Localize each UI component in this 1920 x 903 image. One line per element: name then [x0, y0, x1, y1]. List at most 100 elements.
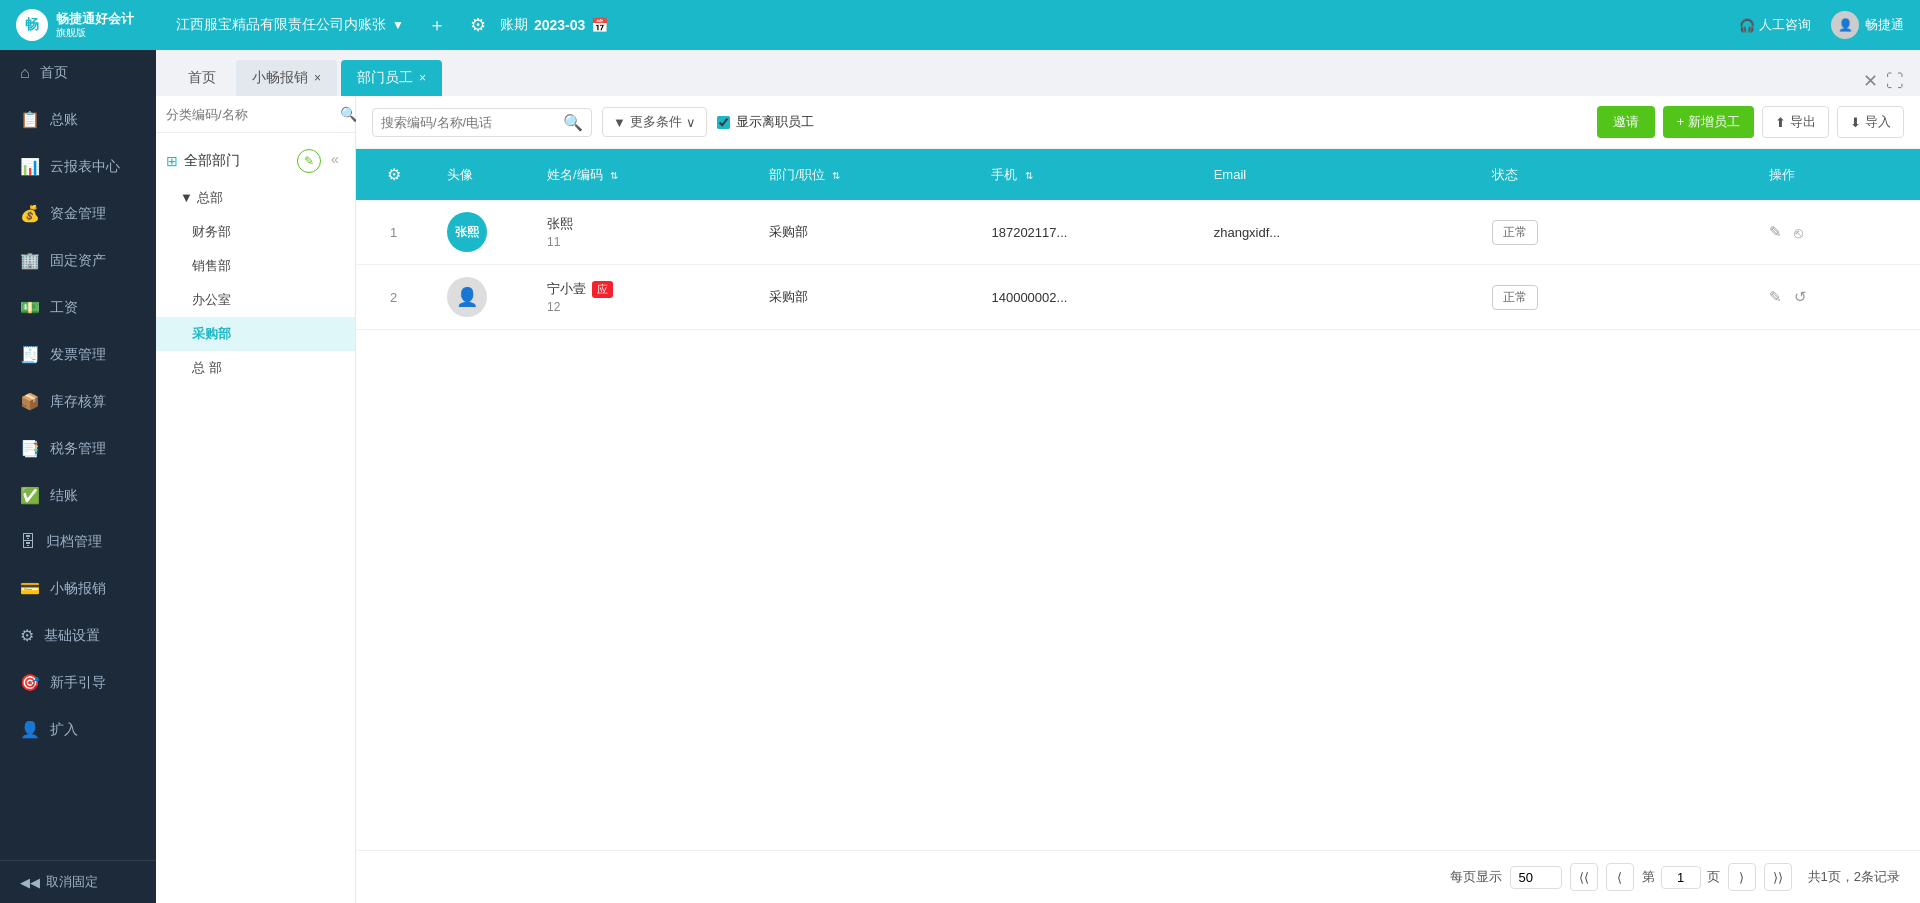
sidebar-item-salary[interactable]: 💵 工资	[0, 284, 156, 331]
sidebar-item-settlement[interactable]: ✅ 结账	[0, 472, 156, 519]
tab-expense[interactable]: 小畅报销 ×	[236, 60, 337, 96]
employee-name: 宁小壹	[547, 280, 586, 298]
employee-search-input[interactable]	[381, 115, 557, 130]
user-menu[interactable]: 👤 畅捷通	[1831, 11, 1904, 39]
import-button[interactable]: ⬇ 导入	[1837, 106, 1904, 138]
sidebar-item-fund-mgmt[interactable]: 💰 资金管理	[0, 190, 156, 237]
toolbar-right: 邀请 + 新增员工 ⬆ 导出 ⬇ 导入	[1597, 106, 1904, 138]
row-num: 1	[356, 200, 431, 265]
next-page-button[interactable]: ⟩	[1728, 863, 1756, 891]
add-dept-icon[interactable]: ✎	[297, 149, 321, 173]
dept-node-sales[interactable]: 销售部	[156, 249, 355, 283]
dept-node-hq[interactable]: ▼总部	[156, 181, 355, 215]
dept-tree: ⊞ 全部部门 ✎ « ▼总部 财务部	[156, 133, 355, 903]
sidebar-item-tax[interactable]: 📑 税务管理	[0, 425, 156, 472]
page-number-input[interactable]	[1661, 866, 1701, 889]
employee-search-box: 🔍	[372, 108, 592, 137]
gear-icon: ⚙	[20, 626, 34, 645]
tabs-bar: 首页 小畅报销 × 部门员工 × ✕ ⛶	[156, 50, 1920, 96]
period-selector[interactable]: 账期 2023-03 📅	[500, 16, 608, 34]
unpin-button[interactable]: ◀◀ 取消固定	[0, 860, 156, 903]
employee-code: 11	[547, 235, 737, 249]
tab-expense-close-icon[interactable]: ×	[314, 71, 321, 85]
email-cell	[1198, 265, 1476, 330]
collapse-tree-icon[interactable]: «	[325, 149, 345, 169]
invite-button[interactable]: 邀请	[1597, 106, 1655, 138]
company-selector[interactable]: 江西服宝精品有限责任公司内账张 ▼	[176, 16, 404, 34]
export-button[interactable]: ⬆ 导出	[1762, 106, 1829, 138]
more-filter-button[interactable]: ▼ 更多条件 ∨	[602, 107, 707, 137]
col-dept-pos[interactable]: 部门/职位 ⇅	[753, 149, 975, 200]
tab-dept-employee[interactable]: 部门员工 ×	[341, 60, 442, 96]
phone-cell: 140000002...	[975, 265, 1197, 330]
sidebar-item-cloud-reports[interactable]: 📊 云报表中心	[0, 143, 156, 190]
sidebar-item-label: 云报表中心	[50, 158, 120, 176]
prev-page-button[interactable]: ⟨	[1606, 863, 1634, 891]
building-icon: 🏢	[20, 251, 40, 270]
close-all-icon[interactable]: ✕	[1863, 70, 1878, 92]
sidebar-item-invoice[interactable]: 🧾 发票管理	[0, 331, 156, 378]
sidebar-item-label: 发票管理	[50, 346, 106, 364]
sidebar-item-expense[interactable]: 💳 小畅报销	[0, 565, 156, 612]
delete-button[interactable]: ↺	[1794, 288, 1807, 306]
col-avatar: 头像	[431, 149, 531, 200]
dept-node-office[interactable]: 办公室	[156, 283, 355, 317]
page-size-label: 每页显示	[1450, 868, 1502, 886]
dept-node-hq2[interactable]: 总 部	[156, 351, 355, 385]
sidebar-item-label: 总账	[50, 111, 78, 129]
settings-icon[interactable]: ⚙	[466, 10, 490, 40]
sidebar-item-fixed-assets[interactable]: 🏢 固定资产	[0, 237, 156, 284]
expand-icon[interactable]: ⛶	[1886, 71, 1904, 92]
logo-icon: 畅	[16, 9, 48, 41]
show-resigned-label[interactable]: 显示离职员工	[717, 113, 814, 131]
left-panel: 🔍 ⊞ 全部部门 ✎ «	[156, 96, 356, 903]
add-employee-button[interactable]: + 新增员工	[1663, 106, 1754, 138]
dept-search-input[interactable]	[166, 107, 334, 122]
sidebar-item-settings[interactable]: ⚙ 基础设置	[0, 612, 156, 659]
dept-node-finance[interactable]: 财务部	[156, 215, 355, 249]
avatar-cell: 👤	[431, 265, 531, 330]
logout-button[interactable]: ⎋	[1794, 224, 1803, 241]
show-resigned-checkbox[interactable]	[717, 116, 730, 129]
tab-home[interactable]: 首页	[172, 60, 232, 96]
service-button[interactable]: 🎧 人工咨询	[1739, 16, 1811, 34]
calendar-icon[interactable]: 📅	[591, 17, 608, 33]
tab-dept-employee-label: 部门员工	[357, 69, 413, 87]
employee-search-icon[interactable]: 🔍	[563, 113, 583, 132]
pending-badge: 应	[592, 281, 613, 298]
employee-name: 张熙	[547, 215, 737, 233]
dept-search-icon[interactable]: 🔍	[340, 106, 357, 122]
first-page-button[interactable]: ⟨⟨	[1570, 863, 1598, 891]
sidebar-item-inventory[interactable]: 📦 库存核算	[0, 378, 156, 425]
dept-pos-cell: 采购部	[753, 265, 975, 330]
dept-search-bar: 🔍	[156, 96, 355, 133]
sidebar-item-label: 归档管理	[46, 533, 102, 551]
sidebar-item-more[interactable]: 👤 扩入	[0, 706, 156, 753]
sidebar-item-general-ledger[interactable]: 📋 总账	[0, 96, 156, 143]
sidebar-item-archive[interactable]: 🗄 归档管理	[0, 519, 156, 565]
all-depts-label: 全部部门	[184, 152, 240, 170]
col-settings[interactable]: ⚙	[356, 149, 431, 200]
filter-icon: ▼	[613, 115, 626, 130]
table-settings-button[interactable]: ⚙	[383, 161, 405, 188]
col-phone[interactable]: 手机 ⇅	[975, 149, 1197, 200]
edit-button[interactable]: ✎	[1769, 223, 1782, 241]
page-size-select[interactable]: 50 10 20 100	[1510, 866, 1562, 889]
name-code-cell: 张熙 11	[531, 200, 753, 265]
dept-node-purchase[interactable]: 采购部	[156, 317, 355, 351]
last-page-button[interactable]: ⟩⟩	[1764, 863, 1792, 891]
app-logo: 畅 畅捷通好会计 旗舰版	[16, 9, 156, 41]
sidebar-item-guide[interactable]: 🎯 新手引导	[0, 659, 156, 706]
tab-home-label: 首页	[188, 69, 216, 87]
dept-all-departments[interactable]: ⊞ 全部部门 ✎ «	[156, 141, 355, 181]
company-dropdown-icon[interactable]: ▼	[392, 18, 404, 32]
sidebar-item-home[interactable]: ⌂ 首页	[0, 50, 156, 96]
expand-arrow: ▼	[180, 190, 193, 205]
edit-button[interactable]: ✎	[1769, 288, 1782, 306]
tab-dept-employee-close-icon[interactable]: ×	[419, 71, 426, 85]
col-name-code[interactable]: 姓名/编码 ⇅	[531, 149, 753, 200]
actions-cell: ✎ ↺	[1753, 265, 1920, 330]
sidebar-item-label: 资金管理	[50, 205, 106, 223]
status-badge: 正常	[1492, 220, 1538, 245]
add-tab-button[interactable]: ＋	[424, 9, 450, 41]
